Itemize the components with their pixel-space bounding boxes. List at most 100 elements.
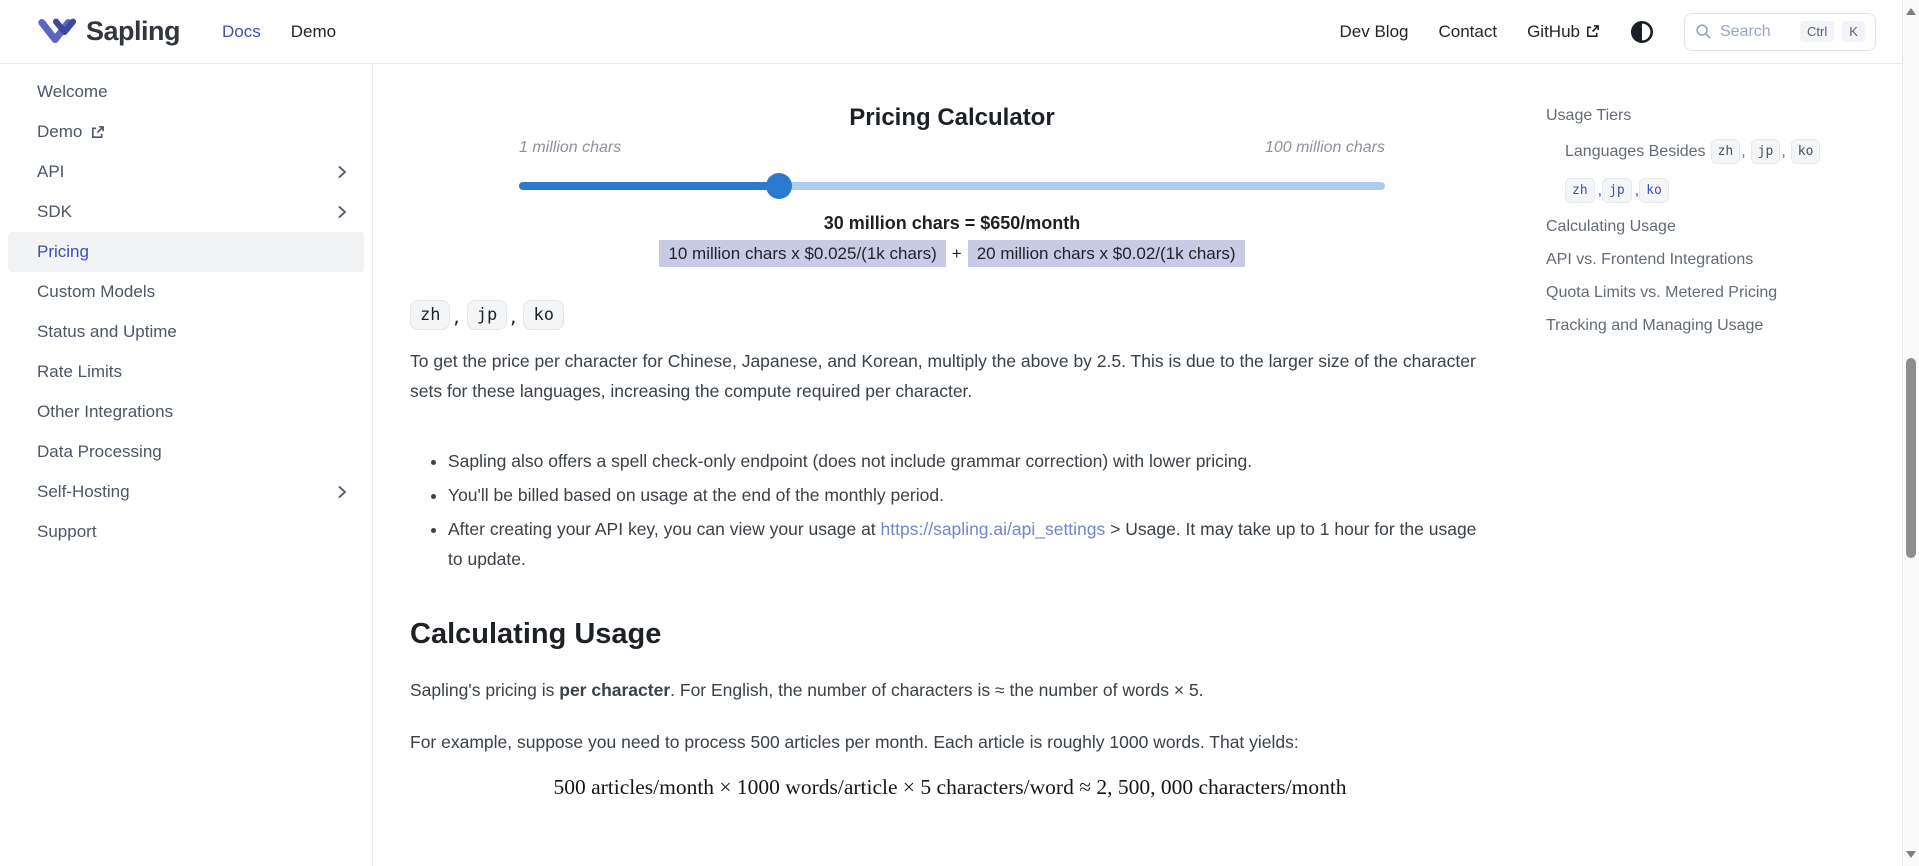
top-navbar: Sapling Docs Demo Dev Blog Contact GitHu…: [0, 0, 1902, 64]
kbd-ctrl: Ctrl: [1800, 21, 1835, 42]
toc-badge-ko: ko: [1639, 178, 1669, 203]
example-paragraph: For example, suppose you need to process…: [410, 732, 1299, 752]
paragraph-text: Sapling's pricing is: [410, 680, 560, 700]
slider-thumb[interactable]: [765, 173, 792, 199]
sidebar-item-label: Other Integrations: [37, 402, 174, 421]
sidebar-item-label: Support: [37, 522, 97, 541]
sidebar-item-label: Self-Hosting: [37, 482, 130, 501]
toc-languages-besides[interactable]: Languages Besides zh, jp, ko: [1565, 139, 1902, 164]
sidebar-item-sdk[interactable]: SDK: [8, 192, 364, 232]
brand-name: Sapling: [86, 16, 181, 46]
toc-label: Quota Limits vs. Metered Pricing: [1546, 284, 1778, 301]
chevron-right-icon: [334, 164, 350, 180]
language-badges: zh, jp, ko: [410, 300, 1490, 330]
per-character-bold: per character: [559, 680, 671, 700]
usage-formula: 500 articles/month × 1000 words/article …: [553, 775, 1347, 799]
sidebar-item-demo[interactable]: Demo: [8, 112, 364, 152]
nav-contact[interactable]: Contact: [1438, 22, 1497, 42]
sidebar-item-label: Welcome: [37, 82, 108, 101]
sidebar-item-label: Status and Uptime: [37, 322, 177, 341]
toc-calculating-usage[interactable]: Calculating Usage: [1546, 217, 1902, 236]
sidebar-item-api[interactable]: API: [8, 152, 364, 192]
toc-label: Usage Tiers: [1546, 107, 1632, 124]
list-item: After creating your API key, you can vie…: [448, 514, 1490, 574]
calculator-result: 30 million chars = $650/month: [823, 213, 1081, 233]
external-link-icon: [1585, 24, 1600, 39]
sidebar-item-label: Demo: [37, 122, 83, 141]
toc-label: Calculating Usage: [1546, 218, 1676, 235]
nav-dev-blog[interactable]: Dev Blog: [1340, 22, 1409, 42]
theme-toggle-icon[interactable]: [1630, 20, 1654, 44]
toc-zh-jp-ko[interactable]: zh, jp, ko: [1565, 178, 1902, 203]
sidebar-item-label: API: [37, 162, 65, 181]
breakdown-plus: +: [951, 244, 962, 263]
sidebar-item-label: SDK: [37, 202, 72, 221]
pricing-notes-list: Sapling also offers a spell check-only e…: [410, 446, 1490, 574]
sidebar-item-rate-limits[interactable]: Rate Limits: [8, 352, 364, 392]
calculator-breakdown: 10 million chars x $0.025/(1k chars) +20 …: [519, 240, 1385, 267]
scrollbar-up-arrow-icon[interactable]: [1906, 8, 1916, 15]
toc-usage-tiers[interactable]: Usage Tiers: [1546, 106, 1902, 125]
calculator-title: Pricing Calculator: [849, 104, 1055, 131]
nav-github-label: GitHub: [1527, 21, 1580, 41]
toc-api-vs-frontend[interactable]: API vs. Frontend Integrations: [1546, 250, 1902, 269]
slider-range-labels: 1 million chars 100 million chars: [519, 139, 1385, 157]
scrollbar-down-arrow-icon[interactable]: [1906, 851, 1916, 858]
toc-label: Tracking and Managing Usage: [1546, 317, 1764, 334]
slider-min-label: 1 million chars: [519, 139, 622, 156]
sidebar-item-status-and-uptime[interactable]: Status and Uptime: [8, 312, 364, 352]
sidebar-item-custom-models[interactable]: Custom Models: [8, 272, 364, 312]
slider-max-label: 100 million chars: [1264, 139, 1385, 156]
toc-label: Languages Besides: [1565, 143, 1706, 160]
nav-demo[interactable]: Demo: [291, 22, 336, 42]
sidebar-item-pricing[interactable]: Pricing: [8, 232, 364, 272]
sidebar-item-data-processing[interactable]: Data Processing: [8, 432, 364, 472]
toc-label: API vs. Frontend Integrations: [1546, 251, 1754, 268]
article-body: zh, jp, ko To get the price per characte…: [410, 300, 1490, 800]
external-link-icon: [90, 125, 105, 140]
nav-docs[interactable]: Docs: [222, 22, 261, 42]
sidebar-item-self-hosting[interactable]: Self-Hosting: [8, 472, 364, 512]
sapling-logo-icon: [37, 16, 77, 48]
sidebar-item-label: Custom Models: [37, 282, 156, 301]
per-character-paragraph: Sapling's pricing is per character. For …: [410, 675, 1490, 705]
nav-github[interactable]: GitHub: [1527, 22, 1600, 42]
scrollbar-thumb[interactable]: [1906, 358, 1916, 558]
toc-badge-zh: zh: [1710, 139, 1741, 164]
slider-fill: [519, 182, 779, 190]
sidebar-item-welcome[interactable]: Welcome: [8, 72, 364, 112]
list-item: Sapling also offers a spell check-only e…: [448, 446, 1490, 476]
badge-separator: ,: [508, 308, 519, 328]
language-badge-ko: ko: [523, 300, 564, 330]
chevron-right-icon: [334, 484, 350, 500]
breakdown-tier-2: 20 million chars x $0.02/(1k chars): [967, 240, 1245, 267]
pricing-calculator: Pricing Calculator 1 million chars 100 m…: [519, 104, 1385, 267]
language-badge-jp: jp: [466, 300, 508, 330]
api-settings-link[interactable]: https://sapling.ai/api_settings: [881, 519, 1106, 539]
language-badge-zh: zh: [410, 300, 451, 330]
toc-badge-jp: jp: [1750, 139, 1781, 164]
badge-separator: ,: [1781, 143, 1786, 160]
breakdown-tier-1: 10 million chars x $0.025/(1k chars): [659, 240, 946, 267]
sidebar-item-other-integrations[interactable]: Other Integrations: [8, 392, 364, 432]
chevron-right-icon: [334, 204, 350, 220]
table-of-contents: Usage Tiers Languages Besides zh, jp, ko…: [1546, 106, 1902, 349]
toc-badge-ko: ko: [1790, 139, 1821, 164]
sidebar-nav: Welcome Demo API SDK Pricing Custom Mode…: [0, 64, 373, 866]
sidebar-item-support[interactable]: Support: [8, 512, 364, 552]
search-icon: [1695, 23, 1712, 40]
paragraph-text: . For English, the number of characters …: [670, 680, 1204, 700]
sidebar-item-label: Pricing: [37, 242, 89, 261]
header-right: Dev Blog Contact GitHub Search Ctrl K: [1340, 12, 1876, 51]
toc-tracking-managing[interactable]: Tracking and Managing Usage: [1546, 316, 1902, 335]
search-input[interactable]: [1720, 22, 1792, 41]
usage-slider[interactable]: [519, 173, 1385, 199]
list-item-text: After creating your API key, you can vie…: [448, 519, 881, 539]
page-scrollbar[interactable]: [1902, 0, 1919, 866]
toc-quota-limits[interactable]: Quota Limits vs. Metered Pricing: [1546, 283, 1902, 302]
toc-badge-zh: zh: [1565, 178, 1595, 203]
badge-separator: ,: [451, 308, 462, 328]
search-box[interactable]: Ctrl K: [1684, 12, 1876, 51]
sapling-logo[interactable]: Sapling: [37, 16, 181, 48]
slider-track[interactable]: [519, 173, 1385, 199]
